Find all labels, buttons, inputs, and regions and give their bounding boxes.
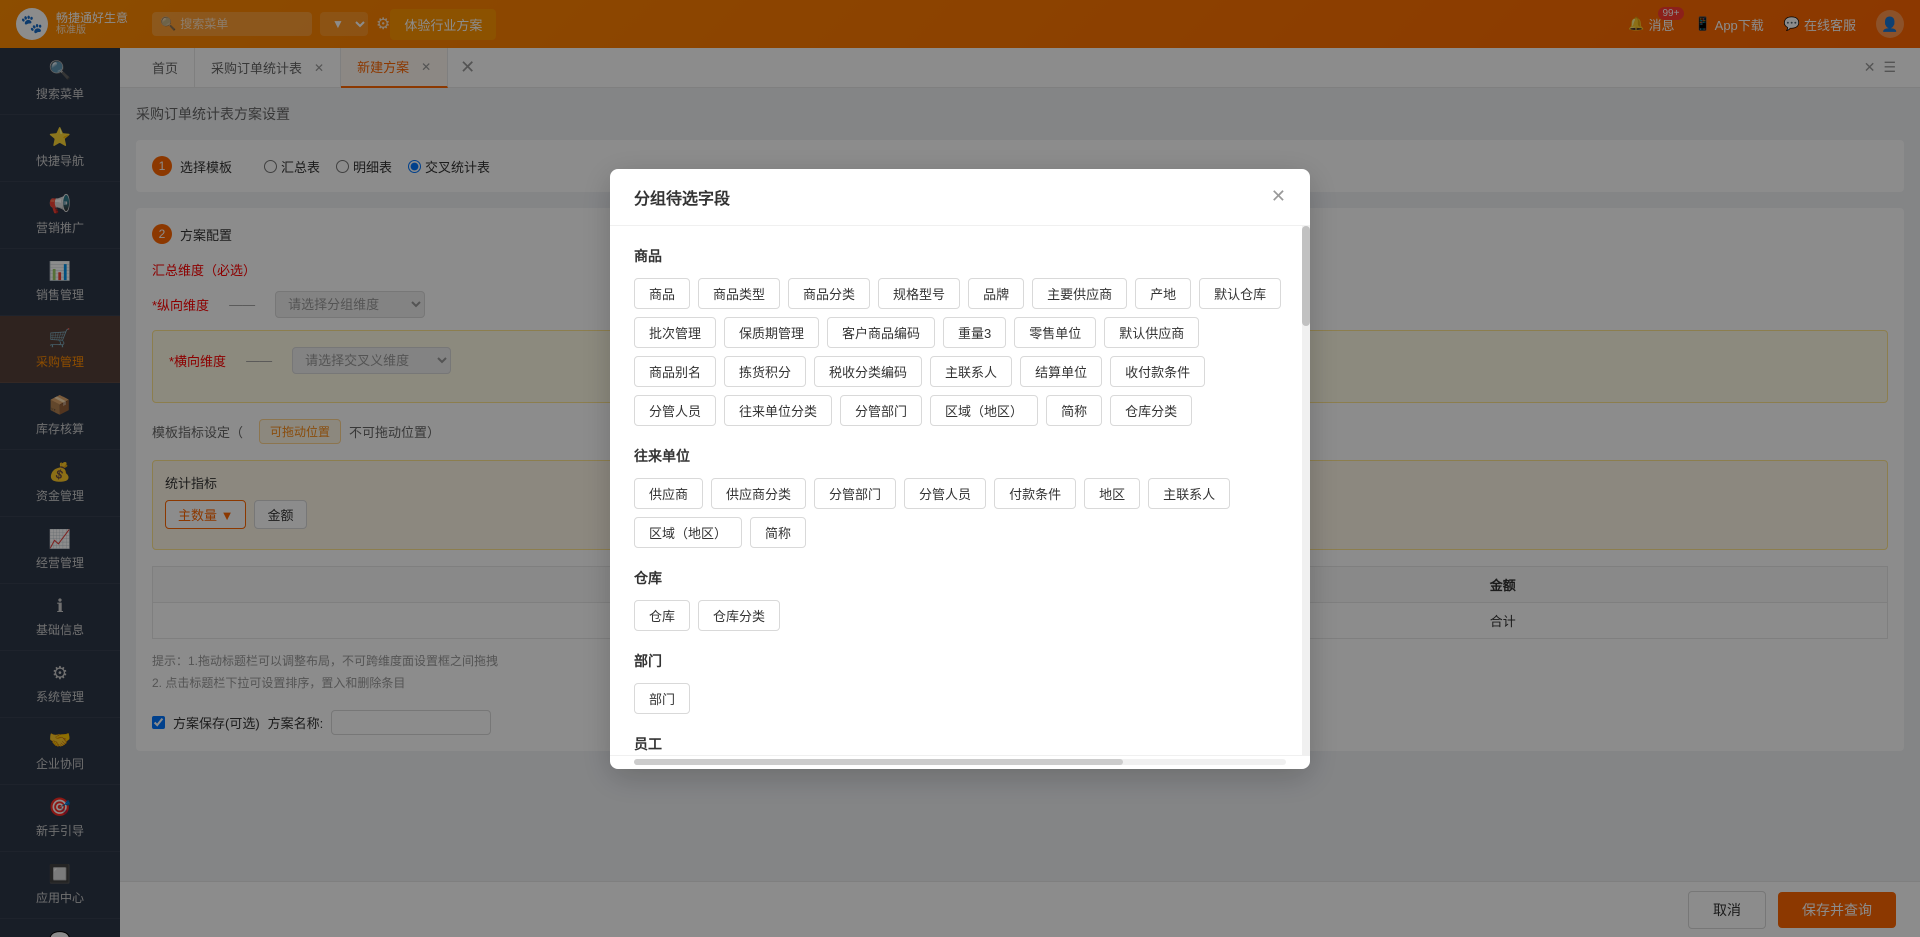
field-supplier-category[interactable]: 供应商分类: [711, 478, 806, 509]
section-product-title: 商品: [634, 246, 1286, 266]
section-warehouse-tags: 仓库 仓库分类: [634, 600, 1286, 631]
field-batch-mgmt[interactable]: 批次管理: [634, 317, 716, 348]
hscroll-track[interactable]: [634, 759, 1286, 765]
field-partner-short-name[interactable]: 简称: [750, 517, 806, 548]
field-main-supplier[interactable]: 主要供应商: [1032, 278, 1127, 309]
field-warehouse[interactable]: 仓库: [634, 600, 690, 631]
section-product: 商品 商品 商品类型 商品分类 规格型号 品牌 主要供应商 产地 默认仓库 批次…: [634, 246, 1286, 426]
field-partner-region[interactable]: 地区: [1084, 478, 1140, 509]
field-supervisor[interactable]: 分管人员: [634, 395, 716, 426]
field-product-category[interactable]: 商品分类: [788, 278, 870, 309]
section-dept: 部门 部门: [634, 651, 1286, 714]
field-short-name-product[interactable]: 简称: [1046, 395, 1102, 426]
field-warehouse-cat[interactable]: 仓库分类: [698, 600, 780, 631]
modal-title: 分组待选字段: [634, 185, 730, 209]
field-department[interactable]: 部门: [634, 683, 690, 714]
modal-hscroll: [610, 755, 1310, 769]
section-dept-tags: 部门: [634, 683, 1286, 714]
field-default-supplier[interactable]: 默认供应商: [1104, 317, 1199, 348]
field-product-type[interactable]: 商品类型: [698, 278, 780, 309]
field-partner-supervisor[interactable]: 分管人员: [904, 478, 986, 509]
section-partner: 往来单位 供应商 供应商分类 分管部门 分管人员 付款条件 地区 主联系人 区域…: [634, 446, 1286, 548]
field-tax-code[interactable]: 税收分类编码: [814, 356, 922, 387]
field-supplier[interactable]: 供应商: [634, 478, 703, 509]
field-customer-code[interactable]: 客户商品编码: [827, 317, 935, 348]
section-partner-tags: 供应商 供应商分类 分管部门 分管人员 付款条件 地区 主联系人 区域（地区） …: [634, 478, 1286, 548]
modal-dialog: 分组待选字段 ✕ 商品 商品 商品类型 商品分类 规格型号 品牌 主要供应商 产…: [610, 169, 1310, 769]
modal-body: 商品 商品 商品类型 商品分类 规格型号 品牌 主要供应商 产地 默认仓库 批次…: [610, 226, 1310, 755]
field-payment-terms[interactable]: 收付款条件: [1110, 356, 1205, 387]
field-pick-points[interactable]: 拣货积分: [724, 356, 806, 387]
section-product-tags: 商品 商品类型 商品分类 规格型号 品牌 主要供应商 产地 默认仓库 批次管理 …: [634, 278, 1286, 426]
modal-overlay[interactable]: 分组待选字段 ✕ 商品 商品 商品类型 商品分类 规格型号 品牌 主要供应商 产…: [0, 0, 1920, 937]
field-partner-category[interactable]: 往来单位分类: [724, 395, 832, 426]
field-brand[interactable]: 品牌: [968, 278, 1024, 309]
field-spec-model[interactable]: 规格型号: [878, 278, 960, 309]
field-weight3[interactable]: 重量3: [943, 317, 1006, 348]
modal-header: 分组待选字段 ✕: [610, 169, 1310, 226]
vertical-scrollbar[interactable]: [1302, 226, 1310, 755]
section-dept-title: 部门: [634, 651, 1286, 671]
field-partner-dept[interactable]: 分管部门: [814, 478, 896, 509]
section-warehouse-title: 仓库: [634, 568, 1286, 588]
section-warehouse: 仓库 仓库 仓库分类: [634, 568, 1286, 631]
section-employee-title: 员工: [634, 734, 1286, 754]
field-product-alias[interactable]: 商品别名: [634, 356, 716, 387]
section-employee: 员工 业务员: [634, 734, 1286, 755]
field-settle-unit[interactable]: 结算单位: [1020, 356, 1102, 387]
vertical-scroll-thumb: [1302, 226, 1310, 326]
field-partner-payment[interactable]: 付款条件: [994, 478, 1076, 509]
field-warehouse-category[interactable]: 仓库分类: [1110, 395, 1192, 426]
field-partner-contact[interactable]: 主联系人: [1148, 478, 1230, 509]
section-partner-title: 往来单位: [634, 446, 1286, 466]
field-partner-area[interactable]: 区域（地区）: [634, 517, 742, 548]
field-dept[interactable]: 分管部门: [840, 395, 922, 426]
field-main-contact[interactable]: 主联系人: [930, 356, 1012, 387]
field-product[interactable]: 商品: [634, 278, 690, 309]
field-default-warehouse[interactable]: 默认仓库: [1199, 278, 1281, 309]
field-origin[interactable]: 产地: [1135, 278, 1191, 309]
modal-close-button[interactable]: ✕: [1271, 186, 1286, 207]
field-retail-unit[interactable]: 零售单位: [1014, 317, 1096, 348]
field-expiry-mgmt[interactable]: 保质期管理: [724, 317, 819, 348]
hscroll-thumb: [634, 759, 1123, 765]
field-region-product[interactable]: 区域（地区）: [930, 395, 1038, 426]
